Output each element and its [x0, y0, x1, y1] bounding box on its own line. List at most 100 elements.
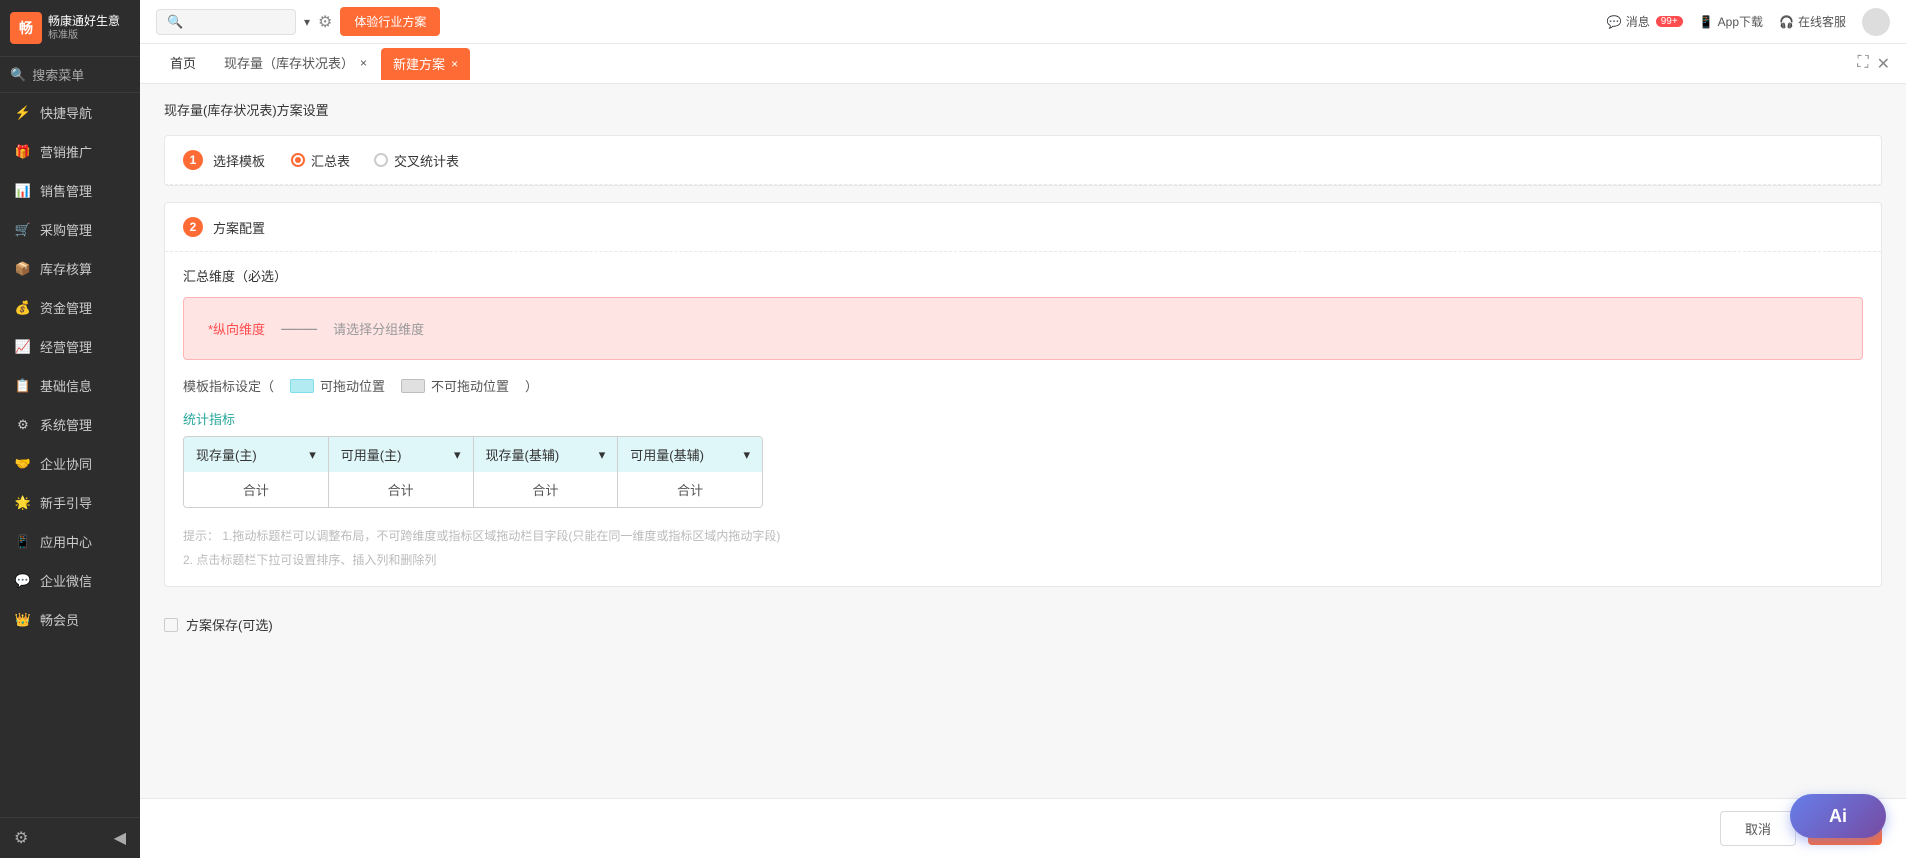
stats-col-1: 可用量(主) ▾	[329, 437, 474, 472]
cancel-button[interactable]: 取消	[1720, 811, 1796, 846]
sidebar-item-basic-info[interactable]: 📋 基础信息	[0, 366, 140, 405]
stats-table: 现存量(主) ▾ 可用量(主) ▾ 现存量(基辅) ▾ 可用量(基辅)	[183, 436, 763, 508]
sidebar-item-inventory[interactable]: 📦 库存核算	[0, 249, 140, 288]
close-tab-icon[interactable]: ✕	[1877, 54, 1890, 74]
system-icon: ⚙	[14, 416, 32, 434]
sidebar-logo: 畅 畅康通好生意 标准版	[0, 0, 140, 57]
dropdown-chevron-icon: ▾	[304, 15, 310, 29]
basic-info-icon: 📋	[14, 377, 32, 395]
topbar-search-input[interactable]	[189, 15, 285, 29]
stats-table-header: 现存量(主) ▾ 可用量(主) ▾ 现存量(基辅) ▾ 可用量(基辅)	[184, 437, 762, 472]
quick-nav-icon: ⚡	[14, 104, 32, 122]
tab-new-plan[interactable]: 新建方案 ×	[381, 48, 470, 80]
finance-icon: 💰	[14, 299, 32, 317]
stats-cell-0: 合计	[184, 472, 329, 507]
sidebar-item-marketing[interactable]: 🎁 营销推广	[0, 132, 140, 171]
dimension-sep: ——	[281, 318, 317, 339]
tabs-expand-area: ⛶ ✕	[1857, 54, 1890, 74]
col-2-dropdown-icon[interactable]: ▾	[599, 447, 606, 463]
radio-summary-table[interactable]: 汇总表	[291, 151, 350, 170]
sidebar-search-menu[interactable]: 🔍 搜索菜单	[0, 57, 140, 93]
sidebar-item-system[interactable]: ⚙ 系统管理	[0, 405, 140, 444]
message-item[interactable]: 💬 消息 99+	[1607, 13, 1683, 30]
indicator-row: 模板指标设定（ 可拖动位置 不可拖动位置 ）	[183, 376, 1863, 395]
sidebar-item-operations[interactable]: 📈 经营管理	[0, 327, 140, 366]
app-download-item[interactable]: 📱 App下载	[1699, 13, 1763, 30]
user-avatar[interactable]	[1862, 8, 1890, 36]
page-title: 现存量(库存状况表)方案设置	[164, 100, 1882, 119]
col-1-dropdown-icon[interactable]: ▾	[454, 447, 461, 463]
col-0-dropdown-icon[interactable]: ▾	[309, 447, 316, 463]
tabs-bar: 首页 现存量（库存状况表） × 新建方案 × ⛶ ✕	[140, 44, 1906, 84]
topbar-dropdown[interactable]: ▾	[304, 15, 310, 29]
stats-section-label: 统计指标	[183, 409, 1863, 428]
collab-icon: 🤝	[14, 455, 32, 473]
settings-bottom-icon[interactable]: ⚙	[14, 828, 28, 848]
save-checkbox[interactable]	[164, 618, 178, 632]
maximize-icon[interactable]: ⛶	[1857, 54, 1868, 74]
marketing-icon: 🎁	[14, 143, 32, 161]
sidebar-item-wechat[interactable]: 💬 企业微信	[0, 561, 140, 600]
sidebar-nav: ⚡ 快捷导航 🎁 营销推广 📊 销售管理 🛒 采购管理 📦 库存核算 💰 资金管…	[0, 93, 140, 817]
trial-btn[interactable]: 体验行业方案	[340, 7, 440, 36]
step2-section: 2 方案配置 汇总维度（必选） *纵向维度 —— 请选择分组维度 模板指标设定（…	[164, 202, 1882, 587]
app-logo-icon: 畅	[10, 12, 42, 44]
sidebar-item-member[interactable]: 👑 畅会员	[0, 600, 140, 639]
step2-header: 2 方案配置	[165, 203, 1881, 252]
sidebar-item-app-center[interactable]: 📱 应用中心	[0, 522, 140, 561]
save-option-row: 方案保存(可选)	[164, 603, 1882, 646]
step1-header: 1 选择模板 汇总表 交叉统计表	[165, 136, 1881, 185]
sidebar-item-newbie[interactable]: 🌟 新手引导	[0, 483, 140, 522]
message-icon: 💬	[1607, 15, 1622, 29]
topbar-right: 💬 消息 99+ 📱 App下载 🎧 在线客服	[1607, 8, 1890, 36]
summary-dimension-label: 汇总维度（必选）	[183, 266, 1863, 285]
fixed-indicator-badge: 不可拖动位置	[401, 376, 509, 395]
dimension-required-label: *纵向维度	[208, 319, 265, 338]
tips-area: 提示： 1.拖动标题栏可以调整布局，不可跨维度或指标区域拖动栏目字段(只能在同一…	[183, 524, 1863, 572]
tab-new-plan-close-icon[interactable]: ×	[451, 57, 458, 71]
sidebar-item-quick-nav[interactable]: ⚡ 快捷导航	[0, 93, 140, 132]
tab-home[interactable]: 首页	[156, 44, 210, 83]
step2-body: 汇总维度（必选） *纵向维度 —— 请选择分组维度 模板指标设定（ 可拖动位置 …	[165, 252, 1881, 586]
sidebar: 畅 畅康通好生意 标准版 🔍 搜索菜单 ⚡ 快捷导航 🎁 营销推广 📊 销售管理…	[0, 0, 140, 858]
collapse-icon[interactable]: ◀	[114, 828, 126, 848]
main-area: 🔍 ▾ ⚙ 体验行业方案 💬 消息 99+ 📱 App下载 🎧 在线客服	[140, 0, 1906, 858]
step2-badge: 2	[183, 217, 203, 237]
app-center-icon: 📱	[14, 533, 32, 551]
step1-section: 1 选择模板 汇总表 交叉统计表	[164, 135, 1882, 186]
content-area: 现存量(库存状况表)方案设置 1 选择模板 汇总表 交叉统计表	[140, 84, 1906, 798]
topbar-left: 🔍 ▾ ⚙ 体验行业方案	[156, 7, 1595, 36]
radio-cross-table[interactable]: 交叉统计表	[374, 151, 459, 170]
indicator-label: 模板指标设定（	[183, 376, 274, 395]
operations-icon: 📈	[14, 338, 32, 356]
stats-cell-3: 合计	[618, 472, 762, 507]
save-option-label: 方案保存(可选)	[186, 615, 273, 634]
dimension-box[interactable]: *纵向维度 —— 请选择分组维度	[183, 297, 1863, 360]
topbar-settings-icon[interactable]: ⚙	[318, 12, 332, 32]
radio-summary-dot	[291, 153, 305, 167]
sidebar-item-sales[interactable]: 📊 销售管理	[0, 171, 140, 210]
dimension-placeholder: 请选择分组维度	[333, 319, 424, 338]
wechat-icon: 💬	[14, 572, 32, 590]
topbar: 🔍 ▾ ⚙ 体验行业方案 💬 消息 99+ 📱 App下载 🎧 在线客服	[140, 0, 1906, 44]
inventory-icon: 📦	[14, 260, 32, 278]
sidebar-item-purchase[interactable]: 🛒 采购管理	[0, 210, 140, 249]
stats-cell-1: 合计	[329, 472, 474, 507]
radio-cross-dot	[374, 153, 388, 167]
tab-inventory-status[interactable]: 现存量（库存状况表） ×	[210, 44, 381, 83]
sidebar-item-collab[interactable]: 🤝 企业协同	[0, 444, 140, 483]
headset-icon: 🎧	[1779, 15, 1794, 29]
step2-title: 方案配置	[213, 218, 265, 237]
online-service-item[interactable]: 🎧 在线客服	[1779, 13, 1846, 30]
draggable-indicator-badge: 可拖动位置	[290, 376, 385, 395]
stats-col-0: 现存量(主) ▾	[184, 437, 329, 472]
app-logo-text: 畅康通好生意 标准版	[48, 14, 120, 43]
step1-badge: 1	[183, 150, 203, 170]
sidebar-item-finance[interactable]: 💰 资金管理	[0, 288, 140, 327]
topbar-search-box[interactable]: 🔍	[156, 9, 296, 35]
tab-inventory-close-icon[interactable]: ×	[360, 56, 367, 70]
fixed-color-box	[401, 379, 425, 393]
ai-bubble[interactable]: Ai	[1790, 794, 1886, 838]
step1-title: 选择模板	[213, 151, 265, 170]
col-3-dropdown-icon[interactable]: ▾	[743, 447, 750, 463]
